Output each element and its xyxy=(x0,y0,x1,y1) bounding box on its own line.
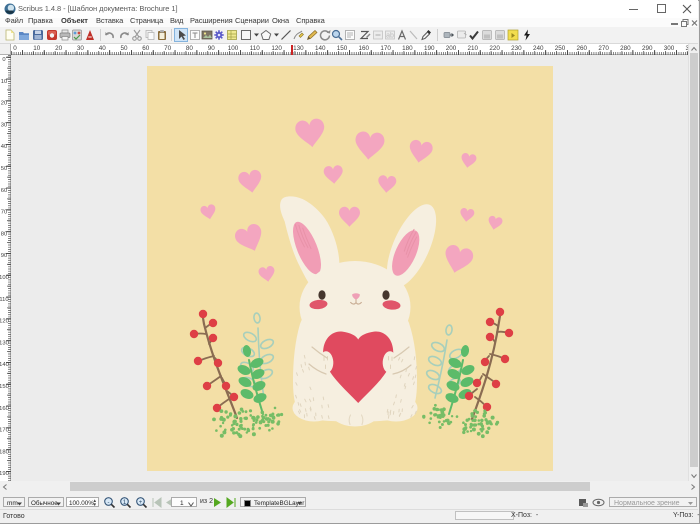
svg-text:10: 10 xyxy=(33,45,41,52)
svg-text:70: 70 xyxy=(164,45,172,52)
svg-text:0: 0 xyxy=(13,45,17,52)
svg-text:+: + xyxy=(139,500,143,506)
svg-text:70: 70 xyxy=(1,210,7,216)
svg-text:110: 110 xyxy=(250,45,261,52)
svg-text:ab: ab xyxy=(386,33,394,40)
svg-text:-: - xyxy=(108,500,110,506)
svg-text:160: 160 xyxy=(0,406,9,412)
svg-text:280: 280 xyxy=(620,45,631,52)
svg-text:260: 260 xyxy=(577,45,588,52)
svg-text:180: 180 xyxy=(402,45,413,52)
svg-text:250: 250 xyxy=(555,45,566,52)
svg-text:150: 150 xyxy=(337,45,348,52)
svg-text:140: 140 xyxy=(0,362,9,368)
svg-text:220: 220 xyxy=(489,45,500,52)
svg-text:90: 90 xyxy=(1,253,7,259)
svg-text:140: 140 xyxy=(315,45,326,52)
svg-text:80: 80 xyxy=(186,45,194,52)
svg-text:190: 190 xyxy=(0,471,9,477)
svg-text:20: 20 xyxy=(55,45,63,52)
svg-text:100: 100 xyxy=(228,45,239,52)
svg-text:150: 150 xyxy=(0,384,9,390)
svg-text:270: 270 xyxy=(598,45,609,52)
svg-text:210: 210 xyxy=(468,45,479,52)
svg-text:170: 170 xyxy=(0,428,9,434)
svg-text:200: 200 xyxy=(446,45,457,52)
svg-text:100: 100 xyxy=(0,275,9,281)
svg-text:130: 130 xyxy=(0,340,9,346)
svg-text:50: 50 xyxy=(1,166,7,172)
svg-text:30: 30 xyxy=(77,45,85,52)
svg-text:20: 20 xyxy=(1,101,7,107)
svg-text:240: 240 xyxy=(533,45,544,52)
svg-text:160: 160 xyxy=(359,45,370,52)
svg-text:80: 80 xyxy=(1,231,7,237)
svg-text:170: 170 xyxy=(380,45,391,52)
svg-text:0: 0 xyxy=(2,57,5,63)
svg-text:60: 60 xyxy=(1,188,7,194)
svg-text:130: 130 xyxy=(293,45,304,52)
svg-text:190: 190 xyxy=(424,45,435,52)
svg-text:60: 60 xyxy=(142,45,150,52)
svg-text:180: 180 xyxy=(0,449,9,455)
svg-text:50: 50 xyxy=(120,45,128,52)
svg-text:10: 10 xyxy=(1,79,7,85)
svg-text:230: 230 xyxy=(511,45,522,52)
svg-text:300: 300 xyxy=(664,45,675,52)
svg-text:290: 290 xyxy=(642,45,653,52)
svg-text:120: 120 xyxy=(0,319,9,325)
svg-text:30: 30 xyxy=(1,122,7,128)
svg-text:40: 40 xyxy=(1,144,7,150)
svg-text:120: 120 xyxy=(271,45,282,52)
svg-text:110: 110 xyxy=(0,297,9,303)
svg-text:40: 40 xyxy=(99,45,107,52)
svg-text:90: 90 xyxy=(208,45,216,52)
